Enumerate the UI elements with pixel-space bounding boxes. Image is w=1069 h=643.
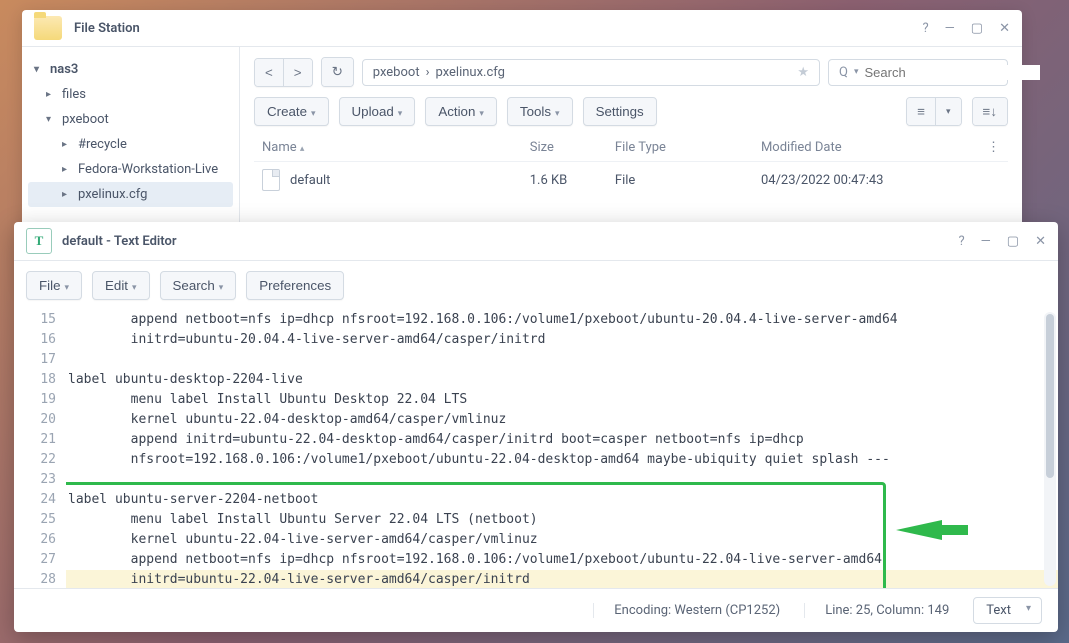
file-icon (262, 169, 280, 191)
back-button[interactable]: < (255, 59, 283, 86)
search-icon: Q (839, 65, 848, 80)
search-input[interactable] (864, 65, 1040, 80)
tree-item-fedora[interactable]: ▸Fedora-Workstation-Live (28, 157, 233, 182)
maximize-icon[interactable]: ▢ (1007, 234, 1019, 249)
minimize-icon[interactable]: — (945, 21, 955, 36)
sort-button[interactable]: ≡↓ (973, 98, 1007, 125)
close-icon[interactable]: ✕ (1035, 234, 1046, 249)
tree-item-pxelinuxcfg[interactable]: ▸pxelinux.cfg (28, 182, 233, 207)
window-title: File Station (74, 21, 922, 36)
editor-menu: File▾ Edit▾ Search▾ Preferences (14, 261, 1058, 310)
chevron-right-icon: › (426, 65, 430, 80)
chevron-down-icon[interactable]: ▾ (854, 67, 859, 77)
status-bar: Encoding: Western (CP1252) Line: 25, Col… (14, 588, 1058, 632)
search-box[interactable]: Q▾ (828, 59, 1008, 86)
refresh-button[interactable]: ↻ (322, 58, 353, 86)
maximize-icon[interactable]: ▢ (971, 21, 983, 36)
view-list-button[interactable]: ≡ (907, 98, 935, 125)
tree-root[interactable]: ▾nas3 (28, 57, 233, 82)
settings-button[interactable]: Settings (583, 97, 657, 126)
help-icon[interactable]: ? (958, 234, 964, 249)
tree-item-recycle[interactable]: ▸#recycle (28, 132, 233, 157)
folder-icon (34, 16, 62, 40)
code-content[interactable]: append netboot=nfs ip=dhcp nfsroot=192.1… (66, 310, 1058, 588)
text-editor-titlebar: T default - Text Editor ? — ▢ ✕ (14, 222, 1058, 261)
minimize-icon[interactable]: — (981, 234, 991, 249)
text-editor-icon: T (26, 228, 52, 254)
line-gutter: 15161718192021222324252627282930 (14, 310, 66, 588)
scrollbar-vertical[interactable] (1044, 312, 1056, 586)
upload-button[interactable]: Upload▾ (339, 97, 416, 126)
view-dropdown-button[interactable]: ▾ (935, 98, 961, 125)
edit-menu[interactable]: Edit▾ (92, 271, 150, 300)
preferences-menu[interactable]: Preferences (246, 271, 344, 300)
annotation-arrow-icon (896, 520, 942, 540)
tree-item-pxeboot[interactable]: ▾pxeboot (28, 107, 233, 132)
file-station-titlebar: File Station ? — ▢ ✕ (22, 10, 1022, 47)
search-menu[interactable]: Search▾ (160, 271, 237, 300)
tree-item-files[interactable]: ▸files (28, 82, 233, 107)
action-button[interactable]: Action▾ (425, 97, 497, 126)
more-icon[interactable]: ⋮ (980, 140, 1000, 155)
text-editor-window: T default - Text Editor ? — ▢ ✕ File▾ Ed… (14, 222, 1058, 632)
language-select[interactable]: Text (973, 597, 1042, 624)
nav-buttons: < > (254, 58, 313, 87)
table-row[interactable]: default 1.6 KB File 04/23/2022 00:47:43 (254, 162, 1008, 198)
table-header: Name ▴ Size File Type Modified Date ⋮ (254, 134, 1008, 162)
file-menu[interactable]: File▾ (26, 271, 82, 300)
breadcrumb[interactable]: pxeboot › pxelinux.cfg ★ (362, 59, 820, 86)
help-icon[interactable]: ? (922, 21, 928, 36)
create-button[interactable]: Create▾ (254, 97, 329, 126)
star-icon[interactable]: ★ (797, 65, 809, 80)
tools-button[interactable]: Tools▾ (507, 97, 573, 126)
forward-button[interactable]: > (283, 59, 312, 86)
close-icon[interactable]: ✕ (999, 21, 1010, 36)
cursor-position: Line: 25, Column: 149 (804, 603, 949, 618)
window-title: default - Text Editor (62, 234, 958, 249)
editor-area[interactable]: 15161718192021222324252627282930 append … (14, 310, 1058, 588)
encoding-status: Encoding: Western (CP1252) (593, 603, 780, 618)
